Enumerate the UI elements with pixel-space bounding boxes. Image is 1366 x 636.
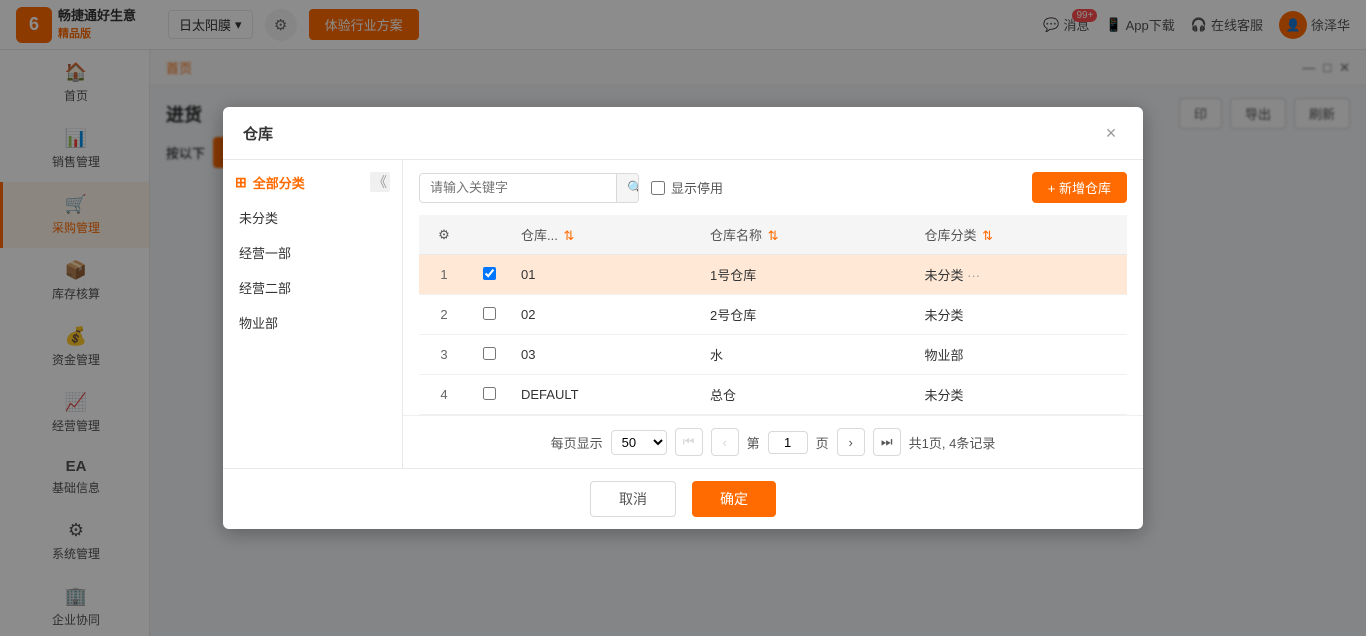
category-header: ⊞ 全部分类 《: [223, 172, 402, 200]
category-item-dept1[interactable]: 经营一部: [223, 235, 402, 270]
category-title[interactable]: ⊞ 全部分类: [235, 173, 305, 192]
category-item-unclassified[interactable]: 未分类: [223, 200, 402, 235]
warehouse-modal: 仓库 × ⊞ 全部分类 《 未分类 经营一部 经营二部 物业部: [223, 107, 1143, 529]
add-warehouse-button[interactable]: + 新增仓库: [1032, 172, 1127, 203]
show-disabled-label: 显示停用: [671, 178, 723, 197]
warehouse-table: ⚙ 仓库... ⇅ 仓库名称 ⇅: [419, 215, 1127, 415]
row-no: 1: [419, 255, 469, 295]
col-settings[interactable]: ⚙: [419, 215, 469, 255]
row-name: 2号仓库: [698, 295, 912, 335]
col-code[interactable]: 仓库... ⇅: [509, 215, 698, 255]
col-name-sort-icon: ⇅: [768, 228, 779, 243]
category-title-label: 全部分类: [253, 173, 305, 192]
per-page-label: 每页显示: [551, 433, 603, 452]
modal-close-button[interactable]: ×: [1099, 121, 1123, 145]
row-code: 02: [509, 295, 698, 335]
row-category: 未分类: [913, 375, 1128, 415]
table-row[interactable]: 3 03 水 物业部: [419, 335, 1127, 375]
search-input[interactable]: [420, 174, 616, 201]
col-name[interactable]: 仓库名称 ⇅: [698, 215, 912, 255]
show-disabled-checkbox[interactable]: [651, 181, 665, 195]
collapse-button[interactable]: 《: [370, 172, 390, 192]
modal-body: ⊞ 全部分类 《 未分类 经营一部 经营二部 物业部 🔍: [223, 160, 1143, 468]
total-info: 共1页, 4条记录: [909, 433, 996, 452]
search-box: 🔍: [419, 173, 639, 203]
col-category-sort-icon: ⇅: [982, 228, 993, 243]
cancel-button[interactable]: 取消: [590, 481, 676, 517]
table-toolbar: 🔍 显示停用 + 新增仓库: [403, 160, 1143, 215]
data-table: ⚙ 仓库... ⇅ 仓库名称 ⇅: [403, 215, 1143, 415]
grid-icon: ⊞: [235, 174, 247, 191]
row-name: 1号仓库: [698, 255, 912, 295]
category-panel: ⊞ 全部分类 《 未分类 经营一部 经营二部 物业部: [223, 160, 403, 468]
modal-footer: 取消 确定: [223, 468, 1143, 529]
row-checkbox[interactable]: [469, 335, 509, 375]
last-page-btn[interactable]: ⏭: [873, 428, 901, 456]
modal-overlay: 仓库 × ⊞ 全部分类 《 未分类 经营一部 经营二部 物业部: [0, 0, 1366, 636]
show-disabled-area: 显示停用: [651, 178, 723, 197]
row-category: 未分类 ···: [913, 255, 1128, 295]
row-checkbox[interactable]: [469, 255, 509, 295]
next-page-btn[interactable]: ›: [837, 428, 865, 456]
row-checkbox[interactable]: [469, 295, 509, 335]
col-category-label: 仓库分类: [925, 228, 977, 243]
modal-title: 仓库: [243, 123, 273, 144]
category-item-property[interactable]: 物业部: [223, 305, 402, 340]
row-code: 01: [509, 255, 698, 295]
row-name: 总仓: [698, 375, 912, 415]
per-page-select[interactable]: 50 10 20 100: [611, 430, 667, 455]
row-actions[interactable]: ···: [967, 268, 980, 283]
table-row[interactable]: 4 DEFAULT 总仓 未分类: [419, 375, 1127, 415]
page-input[interactable]: [768, 431, 808, 454]
row-no: 4: [419, 375, 469, 415]
row-code: DEFAULT: [509, 375, 698, 415]
col-code-sort-icon: ⇅: [563, 228, 574, 243]
row-name: 水: [698, 335, 912, 375]
page-suffix: 页: [816, 433, 829, 452]
col-code-label: 仓库...: [521, 228, 558, 243]
col-checkbox: [469, 215, 509, 255]
col-name-label: 仓库名称: [710, 228, 762, 243]
table-row[interactable]: 2 02 2号仓库 未分类: [419, 295, 1127, 335]
first-page-btn[interactable]: ⏮: [675, 428, 703, 456]
row-category: 未分类: [913, 295, 1128, 335]
confirm-button[interactable]: 确定: [692, 481, 776, 517]
table-row[interactable]: 1 01 1号仓库 未分类 ···: [419, 255, 1127, 295]
row-checkbox[interactable]: [469, 375, 509, 415]
row-category: 物业部: [913, 335, 1128, 375]
row-no: 3: [419, 335, 469, 375]
prev-page-btn[interactable]: ‹: [711, 428, 739, 456]
page-label: 第: [747, 433, 760, 452]
search-icon[interactable]: 🔍: [616, 174, 639, 202]
pagination: 每页显示 50 10 20 100 ⏮ ‹ 第 页 › ⏭ 共1页, 4条记录: [403, 415, 1143, 468]
category-item-dept2[interactable]: 经营二部: [223, 270, 402, 305]
row-code: 03: [509, 335, 698, 375]
col-category[interactable]: 仓库分类 ⇅: [913, 215, 1128, 255]
row-no: 2: [419, 295, 469, 335]
table-panel: 🔍 显示停用 + 新增仓库 ⚙: [403, 160, 1143, 468]
modal-header: 仓库 ×: [223, 107, 1143, 160]
